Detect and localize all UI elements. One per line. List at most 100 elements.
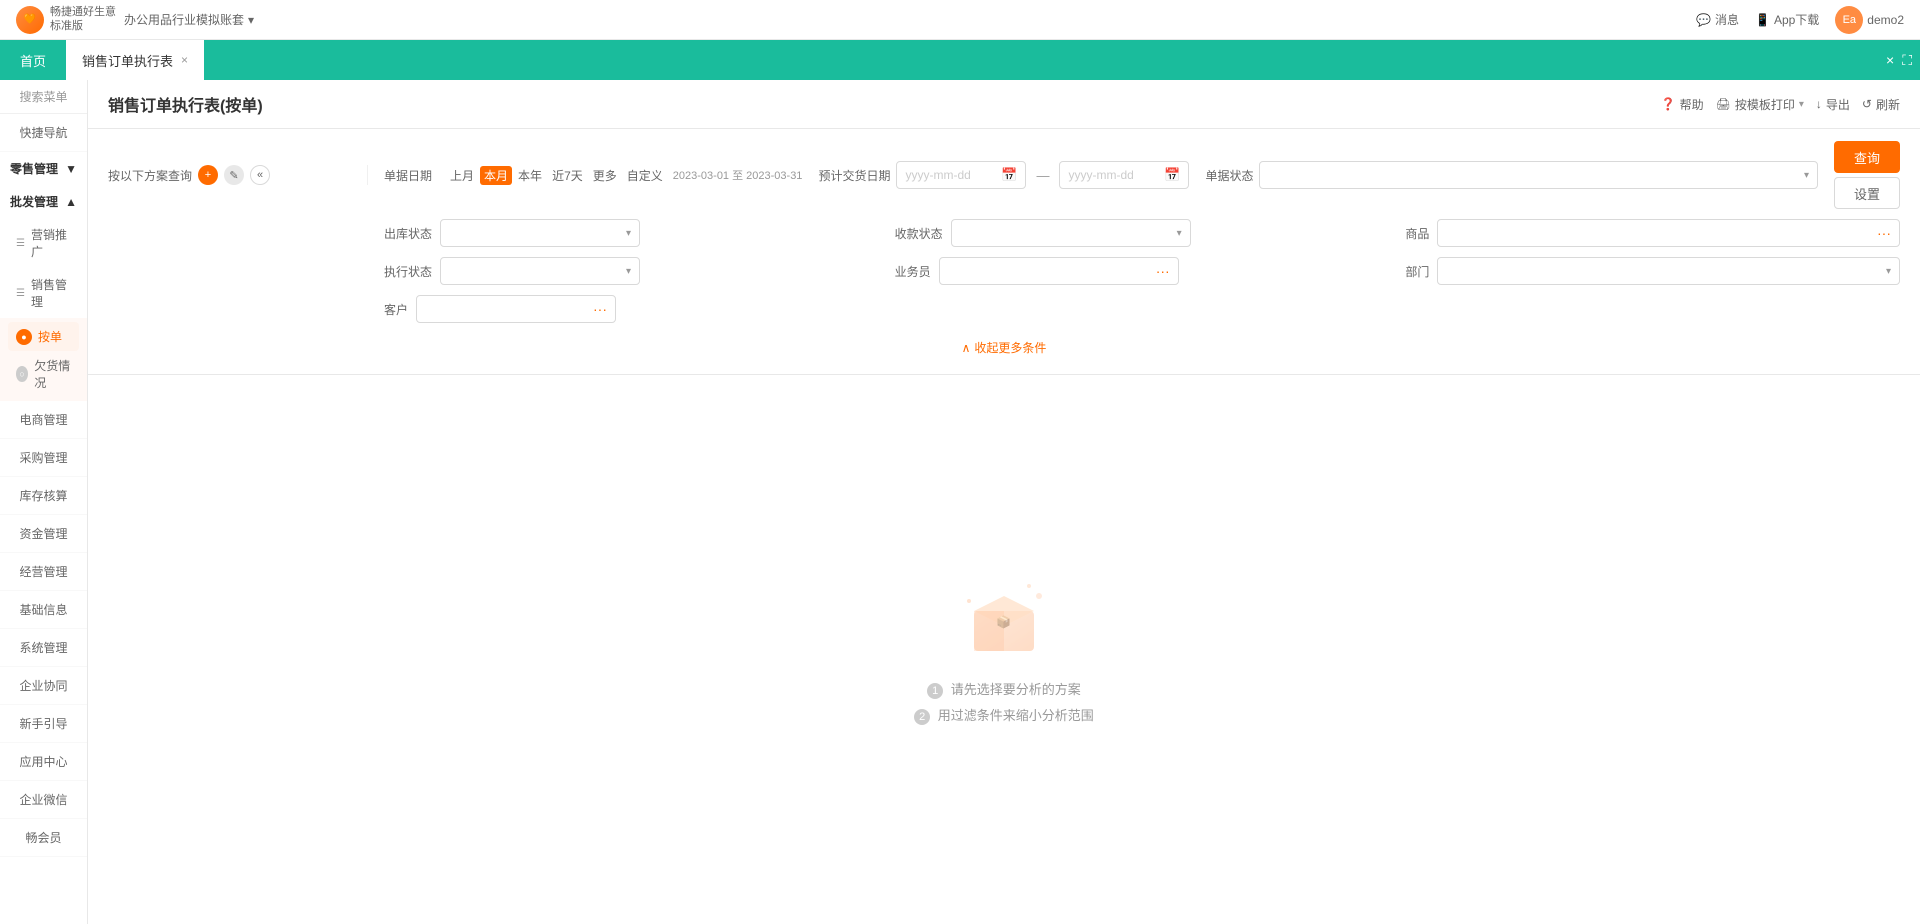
sidebar-item-ecommerce[interactable]: 电商管理 — [0, 401, 87, 439]
exec-select[interactable]: ▾ — [440, 257, 640, 285]
edit-scheme-btn[interactable]: ✎ — [224, 165, 244, 185]
app-download-icon: 📱 — [1755, 13, 1770, 27]
expected-date-from-input[interactable]: yyyy-mm-dd 📅 — [896, 161, 1026, 189]
sidebar-item-finance[interactable]: 资金管理 — [0, 515, 87, 553]
sidebar-subitem-sales[interactable]: ☰ 销售管理 — [0, 268, 87, 318]
sidebar-item-purchase[interactable]: 采购管理 — [0, 439, 87, 477]
follow-active-icon: ● — [16, 329, 32, 345]
content-area: 销售订单执行表(按单) ❓ 帮助 🖨 按模板打印 ▾ ↓ 导出 ↺ 刷新 — [88, 80, 1920, 924]
message-icon: 💬 — [1696, 13, 1711, 27]
filter-row-3: 执行状态 ▾ 业务员 ··· 部门 — [108, 257, 1900, 285]
page-title: 销售订单执行表(按单) — [108, 92, 263, 128]
payment-dropdown-icon: ▾ — [1177, 228, 1182, 239]
sidebar-item-retail[interactable]: 零售管理 ▼ — [0, 152, 87, 185]
sidebar-item-quick-nav[interactable]: 快捷导航 — [0, 114, 87, 152]
logo-area: 🧡 畅捷通好生意 标准版 — [16, 6, 116, 34]
preset-custom[interactable]: 自定义 — [623, 166, 667, 185]
settings-btn[interactable]: 设置 — [1834, 177, 1900, 209]
filter-row-1: 按以下方案查询 + ✎ « 单据日期 上月 本月 本年 近7天 更多 自定义 — [108, 141, 1900, 209]
empty-illustration: 📦 — [954, 571, 1054, 661]
tab-close-all-icon[interactable]: × — [1886, 52, 1894, 68]
status-select[interactable]: ▾ — [1259, 161, 1818, 189]
collapse-icon: ∧ — [962, 341, 971, 355]
sidebar-item-member[interactable]: 畅会员 — [0, 819, 87, 857]
refresh-icon: ↺ — [1862, 97, 1872, 111]
avatar: Ea — [1835, 6, 1863, 34]
sidebar-item-wholesale[interactable]: 批发管理 ▲ — [0, 185, 87, 218]
help-btn[interactable]: ❓ 帮助 — [1661, 96, 1704, 113]
filter-row-4: 客户 ··· — [108, 295, 1900, 323]
tab-bar: 首页 销售订单执行表 × × ⛶ — [0, 40, 1920, 80]
collapse-scheme-btn[interactable]: « — [250, 165, 270, 185]
sidebar-subitem-debt[interactable]: ○ 欠货情况 — [8, 351, 79, 397]
sidebar-subitem-marketing[interactable]: ☰ 营销推广 — [0, 218, 87, 268]
app-download-action[interactable]: 📱 App下载 — [1755, 11, 1819, 28]
cal-icon-to: 📅 — [1164, 167, 1180, 183]
sidebar-search[interactable]: 搜索菜单 — [0, 80, 87, 114]
sidebar-item-operations[interactable]: 经营管理 — [0, 553, 87, 591]
query-btn[interactable]: 查询 — [1834, 141, 1900, 173]
sidebar-item-system[interactable]: 系统管理 — [0, 629, 87, 667]
dept-dropdown-icon: ▾ — [1886, 266, 1891, 277]
delivery-dropdown-icon: ▾ — [626, 228, 631, 239]
preset-more[interactable]: 更多 — [589, 166, 621, 185]
salesperson-more-btn[interactable]: ··· — [1156, 263, 1170, 279]
app-logo-icon: 🧡 — [16, 6, 44, 34]
exec-label: 执行状态 — [384, 263, 432, 280]
svg-text:📦: 📦 — [996, 615, 1011, 629]
sidebar-subitem-follow[interactable]: ● 按单 — [8, 322, 79, 351]
cal-icon-from: 📅 — [1001, 167, 1017, 183]
dept-select[interactable]: ▾ — [1437, 257, 1900, 285]
header-right: 💬 消息 📱 App下载 Ea demo2 — [1696, 6, 1904, 34]
exec-dropdown-icon: ▾ — [626, 266, 631, 277]
preset-this-year[interactable]: 本年 — [514, 166, 546, 185]
refresh-btn[interactable]: ↺ 刷新 — [1862, 96, 1900, 113]
customer-more-btn[interactable]: ··· — [593, 301, 607, 317]
sidebar-item-apps[interactable]: 应用中心 — [0, 743, 87, 781]
print-icon: 🖨 — [1716, 97, 1731, 111]
sidebar-item-enterprise[interactable]: 企业协同 — [0, 667, 87, 705]
top-header: 🧡 畅捷通好生意 标准版 办公用品行业模拟账套 ▾ 💬 消息 📱 App下载 E… — [0, 0, 1920, 40]
tab-sales-order-exec[interactable]: 销售订单执行表 × — [66, 40, 204, 80]
date-presets: 上月 本月 本年 近7天 更多 自定义 — [446, 166, 667, 185]
tab-maximize-icon[interactable]: ⛶ — [1902, 52, 1912, 69]
expected-from-placeholder: yyyy-mm-dd — [905, 168, 997, 182]
print-btn[interactable]: 🖨 按模板打印 ▾ — [1716, 96, 1804, 113]
sidebar-item-newbie[interactable]: 新手引导 — [0, 705, 87, 743]
filter-row-2: 出库状态 ▾ 收款状态 ▾ 商品 — [108, 219, 1900, 247]
main-layout: 搜索菜单 快捷导航 零售管理 ▼ 批发管理 ▲ ☰ 营销推广 ☰ 销售管理 ● — [0, 80, 1920, 924]
main-content: 📦 1 请先选择要分析的方案 2 用过滤条件来缩小分析范围 — [88, 375, 1920, 924]
preset-7days[interactable]: 近7天 — [548, 166, 587, 185]
customer-input[interactable]: ··· — [416, 295, 616, 323]
scheme-label: 按以下方案查询 — [108, 167, 192, 184]
search-menu-label[interactable]: 搜索菜单 — [19, 88, 67, 105]
goods-input[interactable]: ··· — [1437, 219, 1900, 247]
preset-this-month[interactable]: 本月 — [480, 166, 512, 185]
tab-home[interactable]: 首页 — [0, 40, 66, 80]
tab-close-btn[interactable]: × — [181, 53, 188, 67]
hint-number-1: 1 — [927, 683, 943, 699]
wholesale-expand-icon: ▲ — [65, 195, 77, 209]
user-action[interactable]: Ea demo2 — [1835, 6, 1904, 34]
breadcrumb-dropdown-icon[interactable]: ▾ — [248, 13, 254, 27]
expected-date-to-input[interactable]: yyyy-mm-dd 📅 — [1059, 161, 1189, 189]
sidebar-item-inventory[interactable]: 库存核算 — [0, 477, 87, 515]
collapse-more-btn[interactable]: ∧ 收起更多条件 — [108, 333, 1900, 362]
salesperson-label: 业务员 — [895, 263, 931, 280]
payment-select[interactable]: ▾ — [951, 219, 1191, 247]
preset-last-month[interactable]: 上月 — [446, 166, 478, 185]
add-scheme-btn[interactable]: + — [198, 165, 218, 185]
sidebar-item-wechat[interactable]: 企业微信 — [0, 781, 87, 819]
goods-more-btn[interactable]: ··· — [1877, 225, 1891, 241]
status-label: 单据状态 — [1205, 167, 1253, 184]
salesperson-input[interactable]: ··· — [939, 257, 1179, 285]
sidebar-item-basics[interactable]: 基础信息 — [0, 591, 87, 629]
export-btn[interactable]: ↓ 导出 — [1816, 96, 1850, 113]
help-icon: ❓ — [1661, 97, 1676, 111]
breadcrumb[interactable]: 办公用品行业模拟账套 ▾ — [124, 11, 254, 28]
empty-hint: 1 请先选择要分析的方案 2 用过滤条件来缩小分析范围 — [914, 677, 1094, 729]
sales-icon: ☰ — [16, 288, 25, 299]
message-action[interactable]: 💬 消息 — [1696, 11, 1739, 28]
delivery-select[interactable]: ▾ — [440, 219, 640, 247]
empty-state: 📦 1 请先选择要分析的方案 2 用过滤条件来缩小分析范围 — [914, 571, 1094, 729]
